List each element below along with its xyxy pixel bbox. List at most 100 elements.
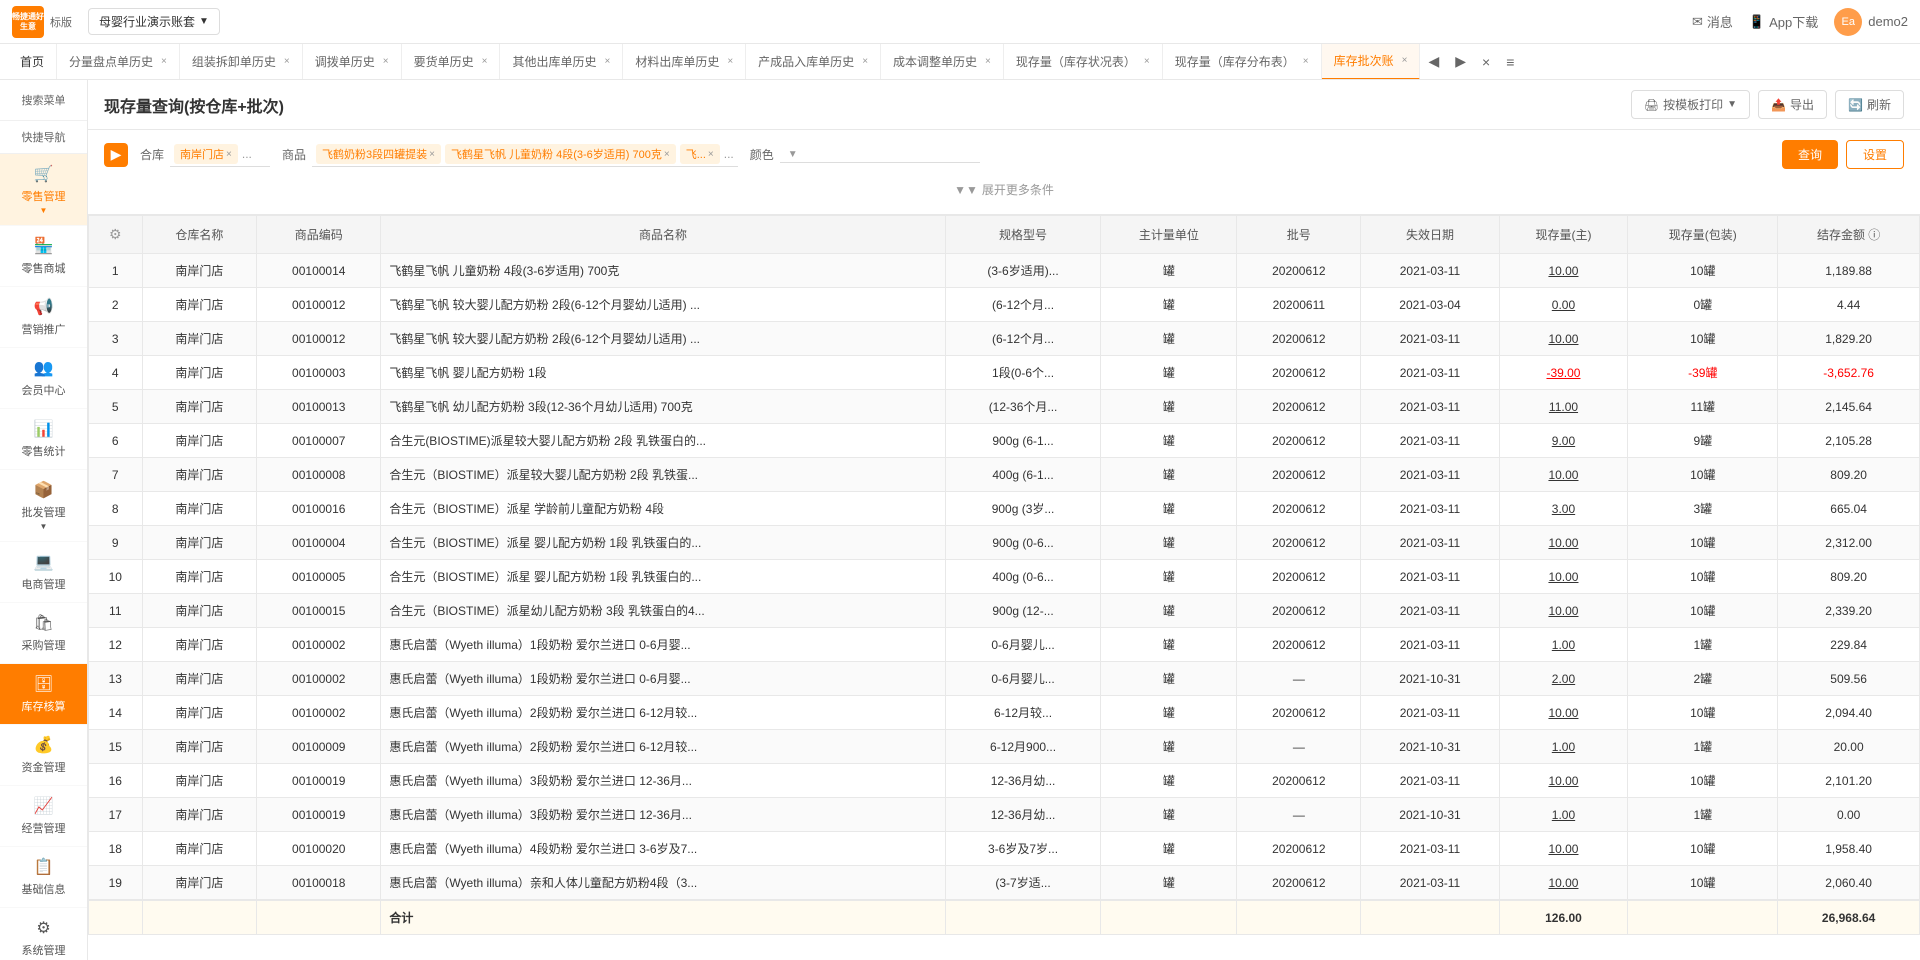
close-icon[interactable]: × [862,56,868,67]
sidebar-item-label: 零售统计 [22,443,66,459]
row-qty[interactable]: 10.00 [1499,696,1628,730]
row-qty-pkg: 10罐 [1628,594,1778,628]
sidebar-item-operations[interactable]: 📈 经营管理 [0,786,87,847]
goods-filter-container[interactable]: 飞鹤奶粉3段四罐提装 × 飞鹤星飞帆 儿童奶粉 4段(3-6岁适用) 700克 … [312,142,738,167]
close-icon[interactable]: × [161,56,167,67]
user-area[interactable]: Ea demo2 [1834,8,1908,36]
sidebar-item-members[interactable]: 👥 会员中心 [0,348,87,409]
remove-goods-tag-more[interactable]: × [708,149,714,160]
row-qty[interactable]: 10.00 [1499,458,1628,492]
sidebar-item-inventory[interactable]: 🗄 库存核算 [0,664,87,725]
row-qty[interactable]: 1.00 [1499,628,1628,662]
nav-next-arrow[interactable]: ▶ [1447,53,1474,70]
tab-yaohuo[interactable]: 要货单历史 × [402,44,501,80]
sidebar-item-marketing[interactable]: 📢 营销推广 [0,287,87,348]
refresh-btn[interactable]: 🔄 刷新 [1835,90,1904,119]
tab-home[interactable]: 首页 [8,44,57,80]
row-qty-pkg: 11罐 [1628,390,1778,424]
row-no: 7 [89,458,143,492]
row-qty[interactable]: 11.00 [1499,390,1628,424]
row-qty[interactable]: 1.00 [1499,798,1628,832]
tab-xiancunliang-zhuangkuang[interactable]: 现存量（库存状况表） × [1004,44,1163,80]
app-download-btn[interactable]: 📱 App下载 [1749,12,1818,31]
nav-menu-btn[interactable]: ≡ [1498,54,1522,70]
tab-xiancunliang-fenbiao[interactable]: 现存量（库存分布表） × [1163,44,1322,80]
goods-more-dots[interactable]: ... [724,147,734,161]
row-qty[interactable]: 10.00 [1499,322,1628,356]
tab-chenbendiaozheng[interactable]: 成本调整单历史 × [881,44,1004,80]
quick-nav-btn[interactable]: 快捷导航 [8,125,79,149]
row-qty-pkg: 10罐 [1628,254,1778,288]
row-qty[interactable]: 10.00 [1499,594,1628,628]
close-icon[interactable]: × [1144,56,1150,67]
table-row: 2 南岸门店 00100012 飞鹤星飞帆 较大婴儿配方奶粉 2段(6-12个月… [89,288,1920,322]
row-name: 合生元（BIOSTIME）派星幼儿配方奶粉 3段 乳铁蛋白的4... [381,594,945,628]
th-expiry: 失效日期 [1361,216,1499,254]
nav-close-all[interactable]: × [1474,54,1498,70]
row-qty[interactable]: 9.00 [1499,424,1628,458]
close-icon[interactable]: × [727,56,733,67]
query-btn[interactable]: 查询 [1782,140,1838,169]
row-qty[interactable]: 0.00 [1499,288,1628,322]
warehouse-more-dots[interactable]: ... [242,147,252,161]
filter-toggle-btn[interactable]: ▶ [104,143,128,167]
message-btn[interactable]: ✉ 消息 [1692,12,1733,31]
close-icon[interactable]: × [383,56,389,67]
logo-icon-text: 畅捷通好生意 [12,12,44,31]
close-icon[interactable]: × [1303,56,1309,67]
warehouse-tag-container[interactable]: 南岸门店 × ... [170,142,270,167]
row-spec: 12-36月幼... [945,798,1101,832]
row-code: 00100002 [257,662,381,696]
remove-goods-tag-2[interactable]: × [664,149,670,160]
row-qty[interactable]: -39.00 [1499,356,1628,390]
row-qty[interactable]: 10.00 [1499,832,1628,866]
sidebar-item-retail-shop[interactable]: 🏪 零售商城 [0,226,87,287]
chevron-down-icon: ▼ [1727,99,1737,110]
tab-qitachuku[interactable]: 其他出库单历史 × [500,44,623,80]
close-icon[interactable]: × [482,56,488,67]
tab-kucunpici[interactable]: 库存批次账 × [1322,44,1421,80]
row-qty[interactable]: 10.00 [1499,866,1628,901]
th-settings[interactable]: ⚙ [89,216,143,254]
expand-more-btn[interactable]: ▼▼ 展开更多条件 [104,175,1904,204]
row-qty[interactable]: 10.00 [1499,764,1628,798]
row-expiry: 2021-03-11 [1361,764,1499,798]
sidebar-item-retail-mgmt[interactable]: 🛒 零售管理 [0,154,87,226]
close-icon[interactable]: × [985,56,991,67]
sidebar-item-ecommerce[interactable]: 💻 电商管理 [0,542,87,603]
tab-chanchengpin[interactable]: 产成品入库单历史 × [746,44,881,80]
export-btn[interactable]: 📤 导出 [1758,90,1827,119]
remove-goods-tag-1[interactable]: × [429,149,435,160]
industry-select[interactable]: 母婴行业演示账套 ▼ [88,8,220,35]
tab-diaobodanlishi[interactable]: 调拨单历史 × [303,44,402,80]
sidebar-item-wholesale[interactable]: 📦 批发管理 [0,470,87,542]
row-qty[interactable]: 2.00 [1499,662,1628,696]
sidebar-item-purchase[interactable]: 🛍 采购管理 [0,603,87,664]
tab-zuzhuangchaijie[interactable]: 组装拆卸单历史 × [180,44,303,80]
nav-prev-arrow[interactable]: ◀ [1420,53,1447,70]
row-no: 6 [89,424,143,458]
tab-fenliangpandian[interactable]: 分量盘点单历史 × [57,44,180,80]
row-qty[interactable]: 10.00 [1499,560,1628,594]
sidebar-item-system[interactable]: ⚙ 系统管理 [0,908,87,960]
tab-cailiaochuku[interactable]: 材料出库单历史 × [623,44,746,80]
sidebar-item-basic-info[interactable]: 📋 基础信息 [0,847,87,908]
remove-warehouse-tag[interactable]: × [226,149,232,160]
row-qty[interactable]: 1.00 [1499,730,1628,764]
setting-btn[interactable]: 设置 [1846,140,1904,169]
print-btn[interactable]: 🖨 按模板打印 ▼ [1631,90,1750,119]
color-filter-container[interactable]: ▼ [780,147,980,163]
row-unit: 罐 [1101,866,1237,901]
row-qty[interactable]: 3.00 [1499,492,1628,526]
close-icon[interactable]: × [1402,55,1408,66]
row-qty[interactable]: 10.00 [1499,526,1628,560]
close-icon[interactable]: × [604,56,610,67]
row-warehouse: 南岸门店 [142,628,257,662]
search-menu-btn[interactable]: 搜索菜单 [8,88,79,112]
sidebar-item-retail-stats[interactable]: 📊 零售统计 [0,409,87,470]
row-qty[interactable]: 10.00 [1499,254,1628,288]
retail-stats-icon: 📊 [34,419,54,439]
settings-icon[interactable]: ⚙ [109,226,122,242]
sidebar-item-finance[interactable]: 💰 资金管理 [0,725,87,786]
close-icon[interactable]: × [284,56,290,67]
